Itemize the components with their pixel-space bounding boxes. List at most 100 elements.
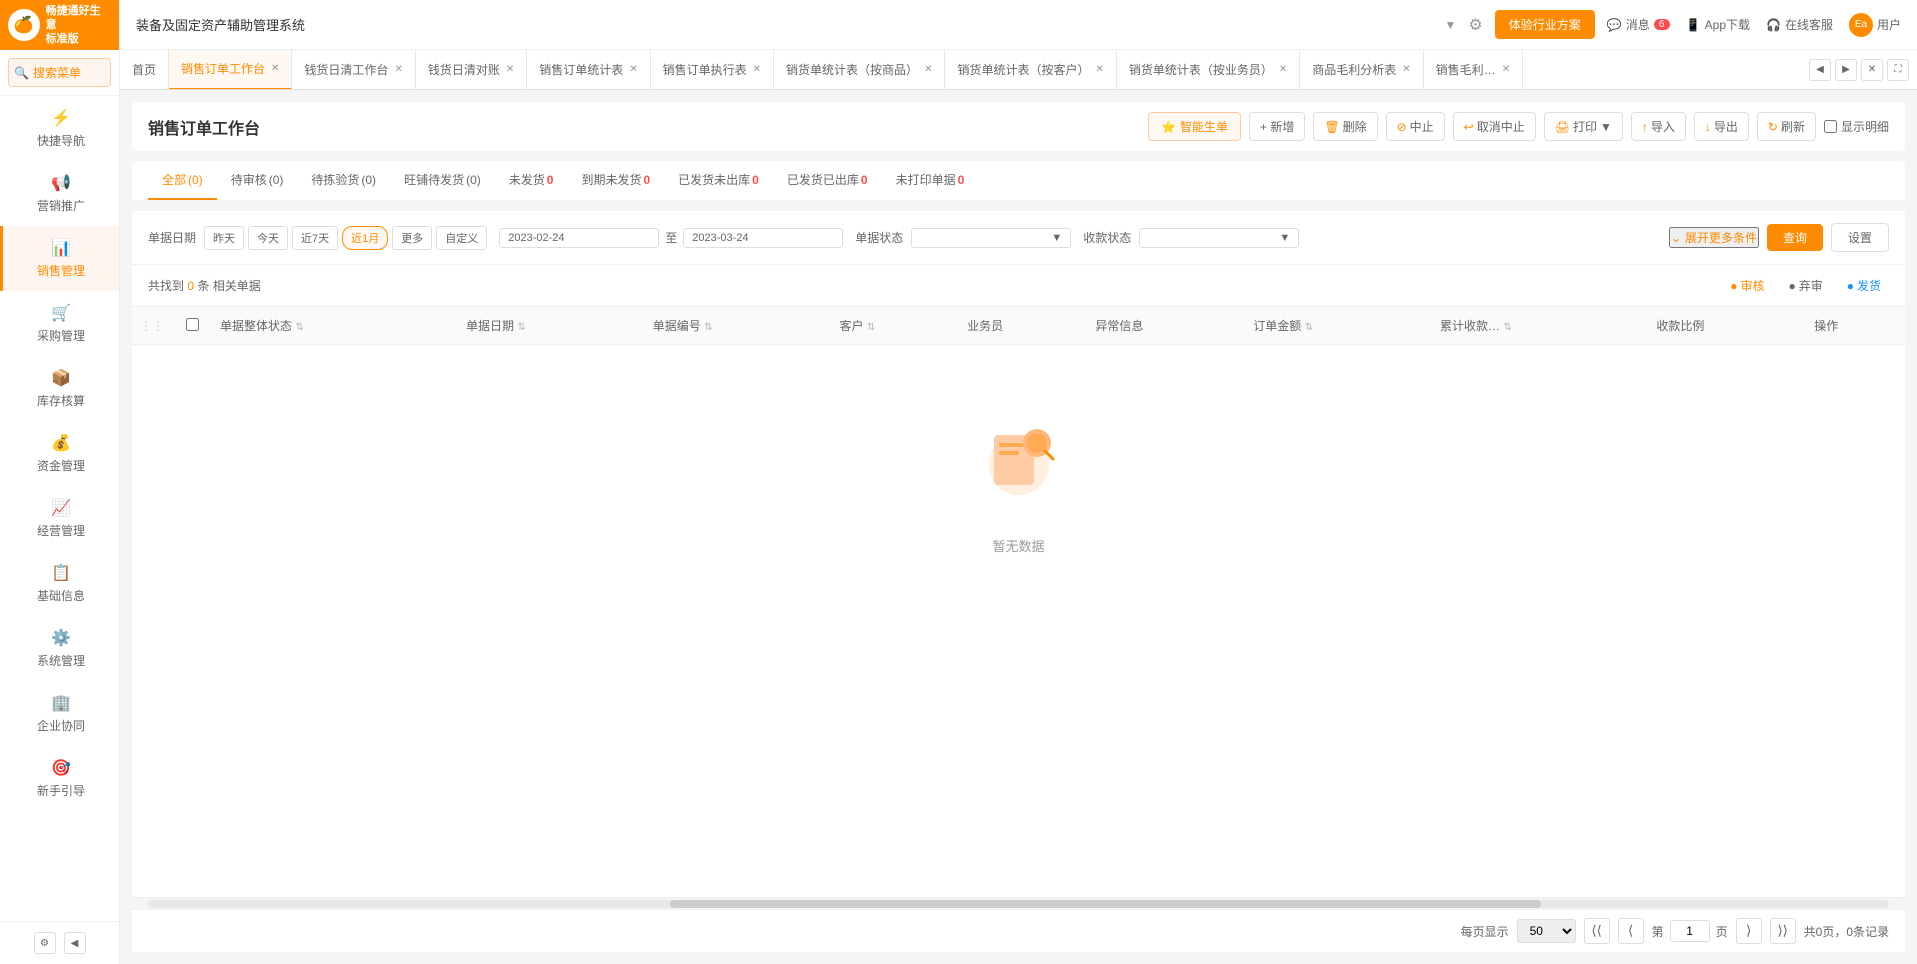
tab-close-customer-stats[interactable]: ✕ <box>1095 64 1103 75</box>
tab-close-product-stats[interactable]: ✕ <box>924 64 932 75</box>
filter-tab-shipped-out[interactable]: 已发货已出库0 <box>773 161 882 200</box>
tab-close-order-stats[interactable]: ✕ <box>629 64 637 75</box>
tab-close-sales-order[interactable]: ✕ <box>271 63 279 74</box>
sidebar-item-finance[interactable]: 💰 资金管理 <box>0 421 119 486</box>
filter-tab-all[interactable]: 全部(0) <box>148 161 217 200</box>
sort-icon-number[interactable]: ⇅ <box>704 322 712 333</box>
sidebar-item-enterprise[interactable]: 🏢 企业协同 <box>0 681 119 746</box>
tab-reconcile[interactable]: 钱货日清对账 ✕ <box>416 50 527 90</box>
date-btn-more[interactable]: 更多 <box>392 226 432 250</box>
sidebar-item-basic[interactable]: 📋 基础信息 <box>0 551 119 616</box>
last-page-btn[interactable]: ⟩⟩ <box>1770 918 1796 944</box>
message-item[interactable]: 💬 消息 6 <box>1607 16 1670 33</box>
expand-conditions-button[interactable]: ⌄ 展开更多条件 <box>1669 227 1759 248</box>
select-all-checkbox[interactable] <box>186 318 199 331</box>
send-button[interactable]: ● 发货 <box>1839 273 1889 298</box>
search-settings-button[interactable]: 设置 <box>1831 223 1889 252</box>
tab-home[interactable]: 首页 <box>120 50 169 90</box>
show-detail-label[interactable]: 显示明细 <box>1824 118 1889 135</box>
page-number-input[interactable] <box>1670 920 1710 942</box>
date-from-input[interactable] <box>499 228 659 248</box>
query-button[interactable]: 查询 <box>1767 224 1823 251</box>
tab-maximize[interactable]: ⛶ <box>1887 59 1909 81</box>
sidebar-item-sales[interactable]: 📊 销售管理 <box>0 226 119 291</box>
app-download-item[interactable]: 📱 App下载 <box>1686 16 1750 33</box>
data-table: ⋮⋮ 单据整体状态 ⇅ 单据日期 ⇅ 单据编号 <box>132 307 1905 345</box>
cancel-stop-button[interactable]: ↩ 取消中止 <box>1453 112 1536 141</box>
tab-close-reconcile[interactable]: ✕ <box>506 64 514 75</box>
sidebar-item-purchase[interactable]: 🛒 采购管理 <box>0 291 119 356</box>
cancel-review-button[interactable]: ● 弃审 <box>1780 273 1830 298</box>
settings-button[interactable]: ⚙ <box>34 932 56 954</box>
sort-icon-customer[interactable]: ⇅ <box>867 322 875 333</box>
tab-sales-margin[interactable]: 销售毛利… ✕ <box>1424 50 1523 90</box>
tab-order-stats[interactable]: 销售订单统计表 ✕ <box>527 50 650 90</box>
tab-close-sales-margin[interactable]: ✕ <box>1502 64 1510 75</box>
tab-order-exec[interactable]: 销售订单执行表 ✕ <box>651 50 774 90</box>
scrollbar-thumb[interactable] <box>670 900 1541 908</box>
filter-tab-overdue[interactable]: 到期未发货0 <box>567 161 664 200</box>
user-item[interactable]: Ea 用户 <box>1849 13 1901 37</box>
export-button[interactable]: ↓ 导出 <box>1694 112 1749 141</box>
filter-tab-wangpu[interactable]: 旺铺待发货(0) <box>390 161 495 200</box>
date-btn-custom[interactable]: 自定义 <box>436 226 487 250</box>
first-page-btn[interactable]: ⟨⟨ <box>1584 918 1610 944</box>
filter-tab-pending-check[interactable]: 待拣验货(0) <box>297 161 390 200</box>
dropdown-icon[interactable]: ▼ <box>1444 18 1456 32</box>
stop-button[interactable]: ⊘ 中止 <box>1386 112 1445 141</box>
sidebar-item-marketing[interactable]: 📢 营销推广 <box>0 161 119 226</box>
tab-sales-order[interactable]: 销售订单工作台 ✕ <box>169 50 292 90</box>
date-to-input[interactable] <box>683 228 843 248</box>
sidebar-item-newbie[interactable]: 🎯 新手引导 <box>0 746 119 811</box>
tab-daily-clear[interactable]: 钱货日清工作台 ✕ <box>292 50 415 90</box>
checkbox-column[interactable] <box>172 307 212 345</box>
tab-close-margin-analysis[interactable]: ✕ <box>1402 64 1410 75</box>
delete-button[interactable]: 🗑 删除 <box>1313 112 1377 141</box>
sidebar-item-quick[interactable]: ⚡ 快捷导航 <box>0 96 119 161</box>
sort-icon-amount[interactable]: ⇅ <box>1305 322 1313 333</box>
tab-product-stats[interactable]: 销货单统计表（按商品） ✕ <box>774 50 945 90</box>
filter-tab-pending-review[interactable]: 待审核(0) <box>217 161 298 200</box>
add-button[interactable]: + 新增 <box>1249 112 1305 141</box>
date-btn-7days[interactable]: 近7天 <box>292 226 338 250</box>
date-btn-today[interactable]: 今天 <box>248 226 288 250</box>
sort-icon-date[interactable]: ⇅ <box>517 322 525 333</box>
filter-tab-shipped-not-out[interactable]: 已发货未出库0 <box>664 161 773 200</box>
smart-create-button[interactable]: ⭐ 智能生单 <box>1148 112 1241 141</box>
filter-tab-not-shipped[interactable]: 未发货0 <box>495 161 568 200</box>
prev-page-btn[interactable]: ⟨ <box>1618 918 1644 944</box>
status-select[interactable]: ▼ <box>911 228 1071 248</box>
tab-margin-analysis[interactable]: 商品毛利分析表 ✕ <box>1300 50 1423 90</box>
tab-customer-stats[interactable]: 销货单统计表（按客户） ✕ <box>945 50 1116 90</box>
next-page-btn[interactable]: ⟩ <box>1736 918 1762 944</box>
sidebar-item-operation[interactable]: 📈 经营管理 <box>0 486 119 551</box>
date-btn-yesterday[interactable]: 昨天 <box>204 226 244 250</box>
tab-close-salesperson-stats[interactable]: ✕ <box>1279 64 1287 75</box>
import-button[interactable]: ↑ 导入 <box>1631 112 1686 141</box>
refresh-button[interactable]: ↻ 刷新 <box>1757 112 1816 141</box>
tab-close-order-exec[interactable]: ✕ <box>753 64 761 75</box>
col-collected: 累计收款… ⇅ <box>1432 307 1648 345</box>
tab-scroll-right[interactable]: ▶ <box>1835 59 1857 81</box>
sidebar-item-inventory[interactable]: 📦 库存核算 <box>0 356 119 421</box>
payment-select[interactable]: ▼ <box>1139 228 1299 248</box>
tab-close-all[interactable]: ✕ <box>1861 59 1883 81</box>
industry-btn[interactable]: 体验行业方案 <box>1495 10 1595 39</box>
tab-scroll-left[interactable]: ◀ <box>1809 59 1831 81</box>
horizontal-scrollbar[interactable] <box>132 897 1905 909</box>
sidebar-item-system[interactable]: ⚙️ 系统管理 <box>0 616 119 681</box>
search-menu-button[interactable]: 🔍 搜索菜单 <box>8 58 111 87</box>
service-item[interactable]: 🎧 在线客服 <box>1766 16 1833 33</box>
review-button[interactable]: ● 审核 <box>1722 273 1772 298</box>
print-button[interactable]: 🖨 打印 ▼ <box>1544 112 1623 141</box>
sort-icon-status[interactable]: ⇅ <box>295 322 303 333</box>
tab-close-daily-clear[interactable]: ✕ <box>394 64 402 75</box>
tab-salesperson-stats[interactable]: 销货单统计表（按业务员） ✕ <box>1117 50 1300 90</box>
collapse-button[interactable]: ◀ <box>64 932 86 954</box>
filter-tab-not-printed[interactable]: 未打印单据0 <box>882 161 979 200</box>
gear-icon[interactable]: ⚙ <box>1468 15 1482 35</box>
sort-icon-collected[interactable]: ⇅ <box>1503 322 1511 333</box>
show-detail-checkbox[interactable] <box>1824 120 1837 133</box>
date-btn-1month[interactable]: 近1月 <box>342 226 388 250</box>
per-page-select[interactable]: 10 20 50 100 <box>1517 919 1576 943</box>
